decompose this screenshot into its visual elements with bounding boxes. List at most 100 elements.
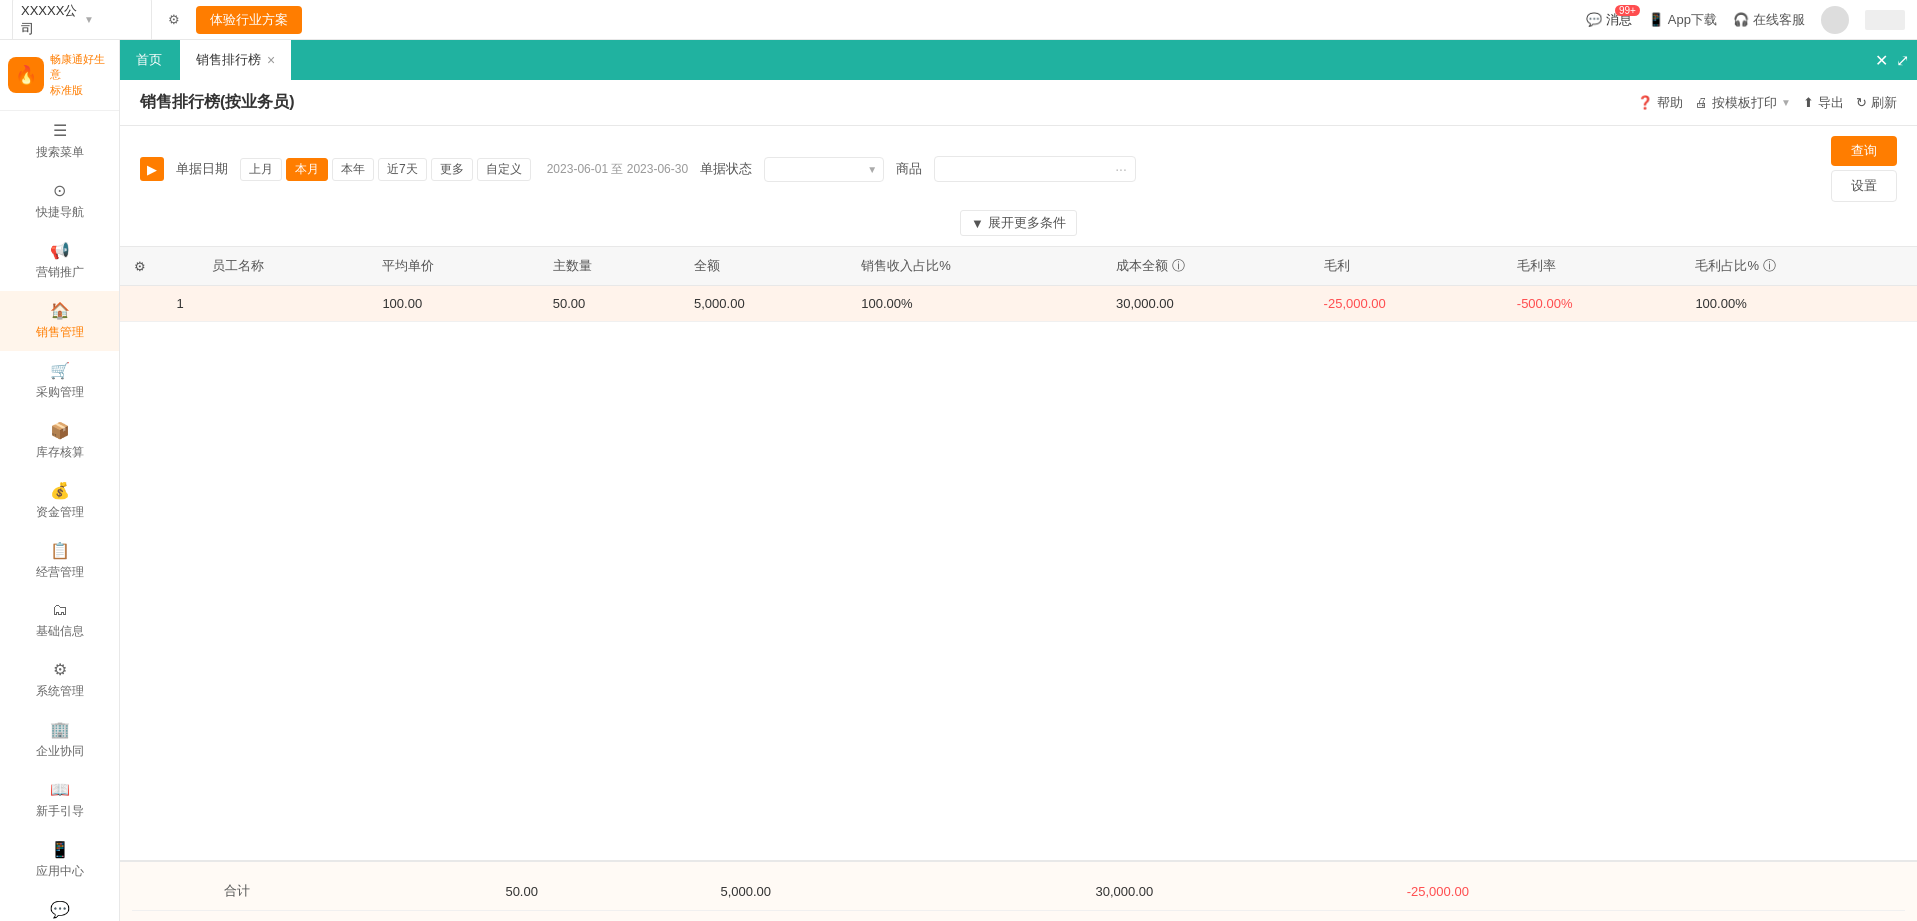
page-header-actions: ❓ 帮助 🖨 按模板打印 ▼ ⬆ 导出 ↻ 刷新: [1637, 94, 1897, 112]
query-button[interactable]: 查询: [1831, 136, 1897, 166]
sidebar-item-purchase[interactable]: 🛒 采购管理: [0, 351, 119, 411]
goods-input[interactable]: ···: [934, 156, 1136, 182]
status-select[interactable]: ▼: [764, 157, 884, 182]
page-title: 销售排行榜(按业务员): [140, 92, 295, 113]
app-download-label: App下载: [1668, 11, 1717, 29]
refresh-label: 刷新: [1871, 94, 1897, 112]
message-badge: 99+: [1615, 5, 1640, 16]
goods-search-field[interactable]: [943, 162, 1111, 177]
date-btn-custom[interactable]: 自定义: [477, 158, 531, 181]
set-button[interactable]: 设置: [1831, 170, 1897, 202]
col-rank: [160, 247, 200, 286]
expand-button[interactable]: ▼ 展开更多条件: [960, 210, 1077, 236]
sidebar-label-marketing: 营销推广: [36, 264, 84, 281]
sidebar-label-inventory: 库存核算: [36, 444, 84, 461]
data-table: ⚙ 员工名称 平均单价 主数量 全额 销售收入占比% 成本全额 ⓘ 毛利 毛利率…: [120, 247, 1917, 322]
sidebar-label-search: 搜索菜单: [36, 144, 84, 161]
date-btn-more[interactable]: 更多: [431, 158, 473, 181]
tab-close-icon[interactable]: ×: [267, 53, 275, 67]
app-download-button[interactable]: 📱 App下载: [1648, 11, 1717, 29]
sidebar-item-guide[interactable]: 📖 新手引导: [0, 770, 119, 830]
company-select[interactable]: XXXXX公司 ▼: [12, 0, 152, 43]
cell-employee-name: [200, 286, 370, 322]
operations-icon: 📋: [50, 541, 70, 560]
sidebar-item-enterprise[interactable]: 🏢 企业协同: [0, 710, 119, 770]
sidebar-label-enterprise: 企业协同: [36, 743, 84, 760]
wechat-icon: 💬: [50, 900, 70, 919]
sidebar-item-marketing[interactable]: 📢 营销推广: [0, 231, 119, 291]
search-menu-icon: ☰: [53, 121, 67, 140]
print-icon: 🖨: [1695, 95, 1708, 110]
footer-cell-gross-pct: [1814, 872, 1905, 911]
sidebar-label-system: 系统管理: [36, 683, 84, 700]
sidebar-label-purchase: 采购管理: [36, 384, 84, 401]
main-layout: 🔥 畅康通好生意 标准版 ☰ 搜索菜单 ⊙ 快捷导航 📢 营销推广 🏠 销售管理…: [0, 40, 1917, 921]
trial-button[interactable]: 体验行业方案: [196, 6, 302, 34]
table-area: ⚙ 员工名称 平均单价 主数量 全额 销售收入占比% 成本全额 ⓘ 毛利 毛利率…: [120, 247, 1917, 860]
footer-cell-avg-price: [402, 872, 493, 911]
table-body: 1 100.00 50.00 5,000.00 100.00% 30,000.0…: [120, 286, 1917, 322]
sidebar-item-inventory[interactable]: 📦 库存核算: [0, 411, 119, 471]
help-button[interactable]: ❓ 帮助: [1637, 94, 1683, 112]
message-button[interactable]: 💬 消息 99+: [1586, 11, 1632, 29]
date-btn-this-month[interactable]: 本月: [286, 158, 328, 181]
col-settings[interactable]: ⚙: [120, 247, 160, 286]
sidebar-item-apps[interactable]: 📱 应用中心: [0, 830, 119, 890]
sidebar-label-basic: 基础信息: [36, 623, 84, 640]
template-print-button[interactable]: 🖨 按模板打印 ▼: [1695, 94, 1791, 112]
user-avatar[interactable]: [1821, 6, 1849, 34]
status-label: 单据状态: [700, 160, 752, 178]
sidebar-item-search[interactable]: ☰ 搜索菜单: [0, 111, 119, 171]
company-name: XXXXX公司: [21, 2, 80, 38]
logo-icon: 🔥: [8, 57, 44, 93]
online-service-label: 在线客服: [1753, 11, 1805, 29]
status-select-input[interactable]: [773, 162, 789, 177]
help-label: 帮助: [1657, 94, 1683, 112]
top-settings-icon[interactable]: ⚙: [160, 6, 188, 34]
export-icon: ⬆: [1803, 95, 1814, 110]
cell-gross-pct: 100.00%: [1683, 286, 1917, 322]
sidebar-label-guide: 新手引导: [36, 803, 84, 820]
sidebar-label-finance: 资金管理: [36, 504, 84, 521]
date-btn-7days[interactable]: 近7天: [378, 158, 427, 181]
cell-gross-rate: -500.00%: [1505, 286, 1684, 322]
tab-maximize-icon[interactable]: ⤢: [1896, 51, 1909, 70]
sidebar-item-sales[interactable]: 🏠 销售管理: [0, 291, 119, 351]
footer-cell-qty: 50.00: [493, 872, 708, 911]
cell-rank: 1: [160, 286, 200, 322]
sidebar-item-quicknav[interactable]: ⊙ 快捷导航: [0, 171, 119, 231]
help-icon: ❓: [1637, 95, 1653, 110]
filter-toggle-icon[interactable]: ▶: [140, 157, 164, 181]
cell-settings: [120, 286, 160, 322]
sidebar-logo: 🔥 畅康通好生意 标准版: [0, 40, 119, 111]
enterprise-icon: 🏢: [50, 720, 70, 739]
refresh-button[interactable]: ↻ 刷新: [1856, 94, 1897, 112]
sidebar-item-finance[interactable]: 💰 资金管理: [0, 471, 119, 531]
app-download-icon: 📱: [1648, 12, 1664, 27]
basic-icon: 🗂: [52, 601, 68, 619]
table-header-row: ⚙ 员工名称 平均单价 主数量 全额 销售收入占比% 成本全额 ⓘ 毛利 毛利率…: [120, 247, 1917, 286]
date-btn-last-month[interactable]: 上月: [240, 158, 282, 181]
date-btn-this-year[interactable]: 本年: [332, 158, 374, 181]
sidebar-item-wechat[interactable]: 💬 企业微信: [0, 890, 119, 921]
goods-more-icon[interactable]: ···: [1115, 161, 1127, 177]
user-name-placeholder: [1865, 10, 1905, 30]
template-print-label: 按模板打印: [1712, 94, 1777, 112]
sidebar-item-operations[interactable]: 📋 经营管理: [0, 531, 119, 591]
export-button[interactable]: ⬆ 导出: [1803, 94, 1844, 112]
sidebar-item-basic[interactable]: 🗂 基础信息: [0, 591, 119, 650]
sidebar-item-system[interactable]: ⚙ 系统管理: [0, 650, 119, 710]
page-content: 销售排行榜(按业务员) ❓ 帮助 🖨 按模板打印 ▼ ⬆ 导出: [120, 80, 1917, 921]
tab-sales-ranking[interactable]: 销售排行榜 ×: [180, 40, 291, 80]
footer-cell-empty1: [132, 872, 172, 911]
footer-row: 合计 50.00 5,000.00 30,000.00 -25,000.00: [132, 872, 1905, 911]
online-service-button[interactable]: 🎧 在线客服: [1733, 11, 1805, 29]
tab-home[interactable]: 首页: [120, 40, 178, 80]
col-gross-profit: 毛利: [1312, 247, 1505, 286]
footer-table: 合计 50.00 5,000.00 30,000.00 -25,000.00: [132, 872, 1905, 911]
page-header: 销售排行榜(按业务员) ❓ 帮助 🖨 按模板打印 ▼ ⬆ 导出: [120, 80, 1917, 126]
quicknav-icon: ⊙: [53, 181, 66, 200]
cell-amount: 5,000.00: [682, 286, 849, 322]
footer-cell-empty2: [172, 872, 212, 911]
tab-minimize-icon[interactable]: ✕: [1875, 51, 1888, 70]
